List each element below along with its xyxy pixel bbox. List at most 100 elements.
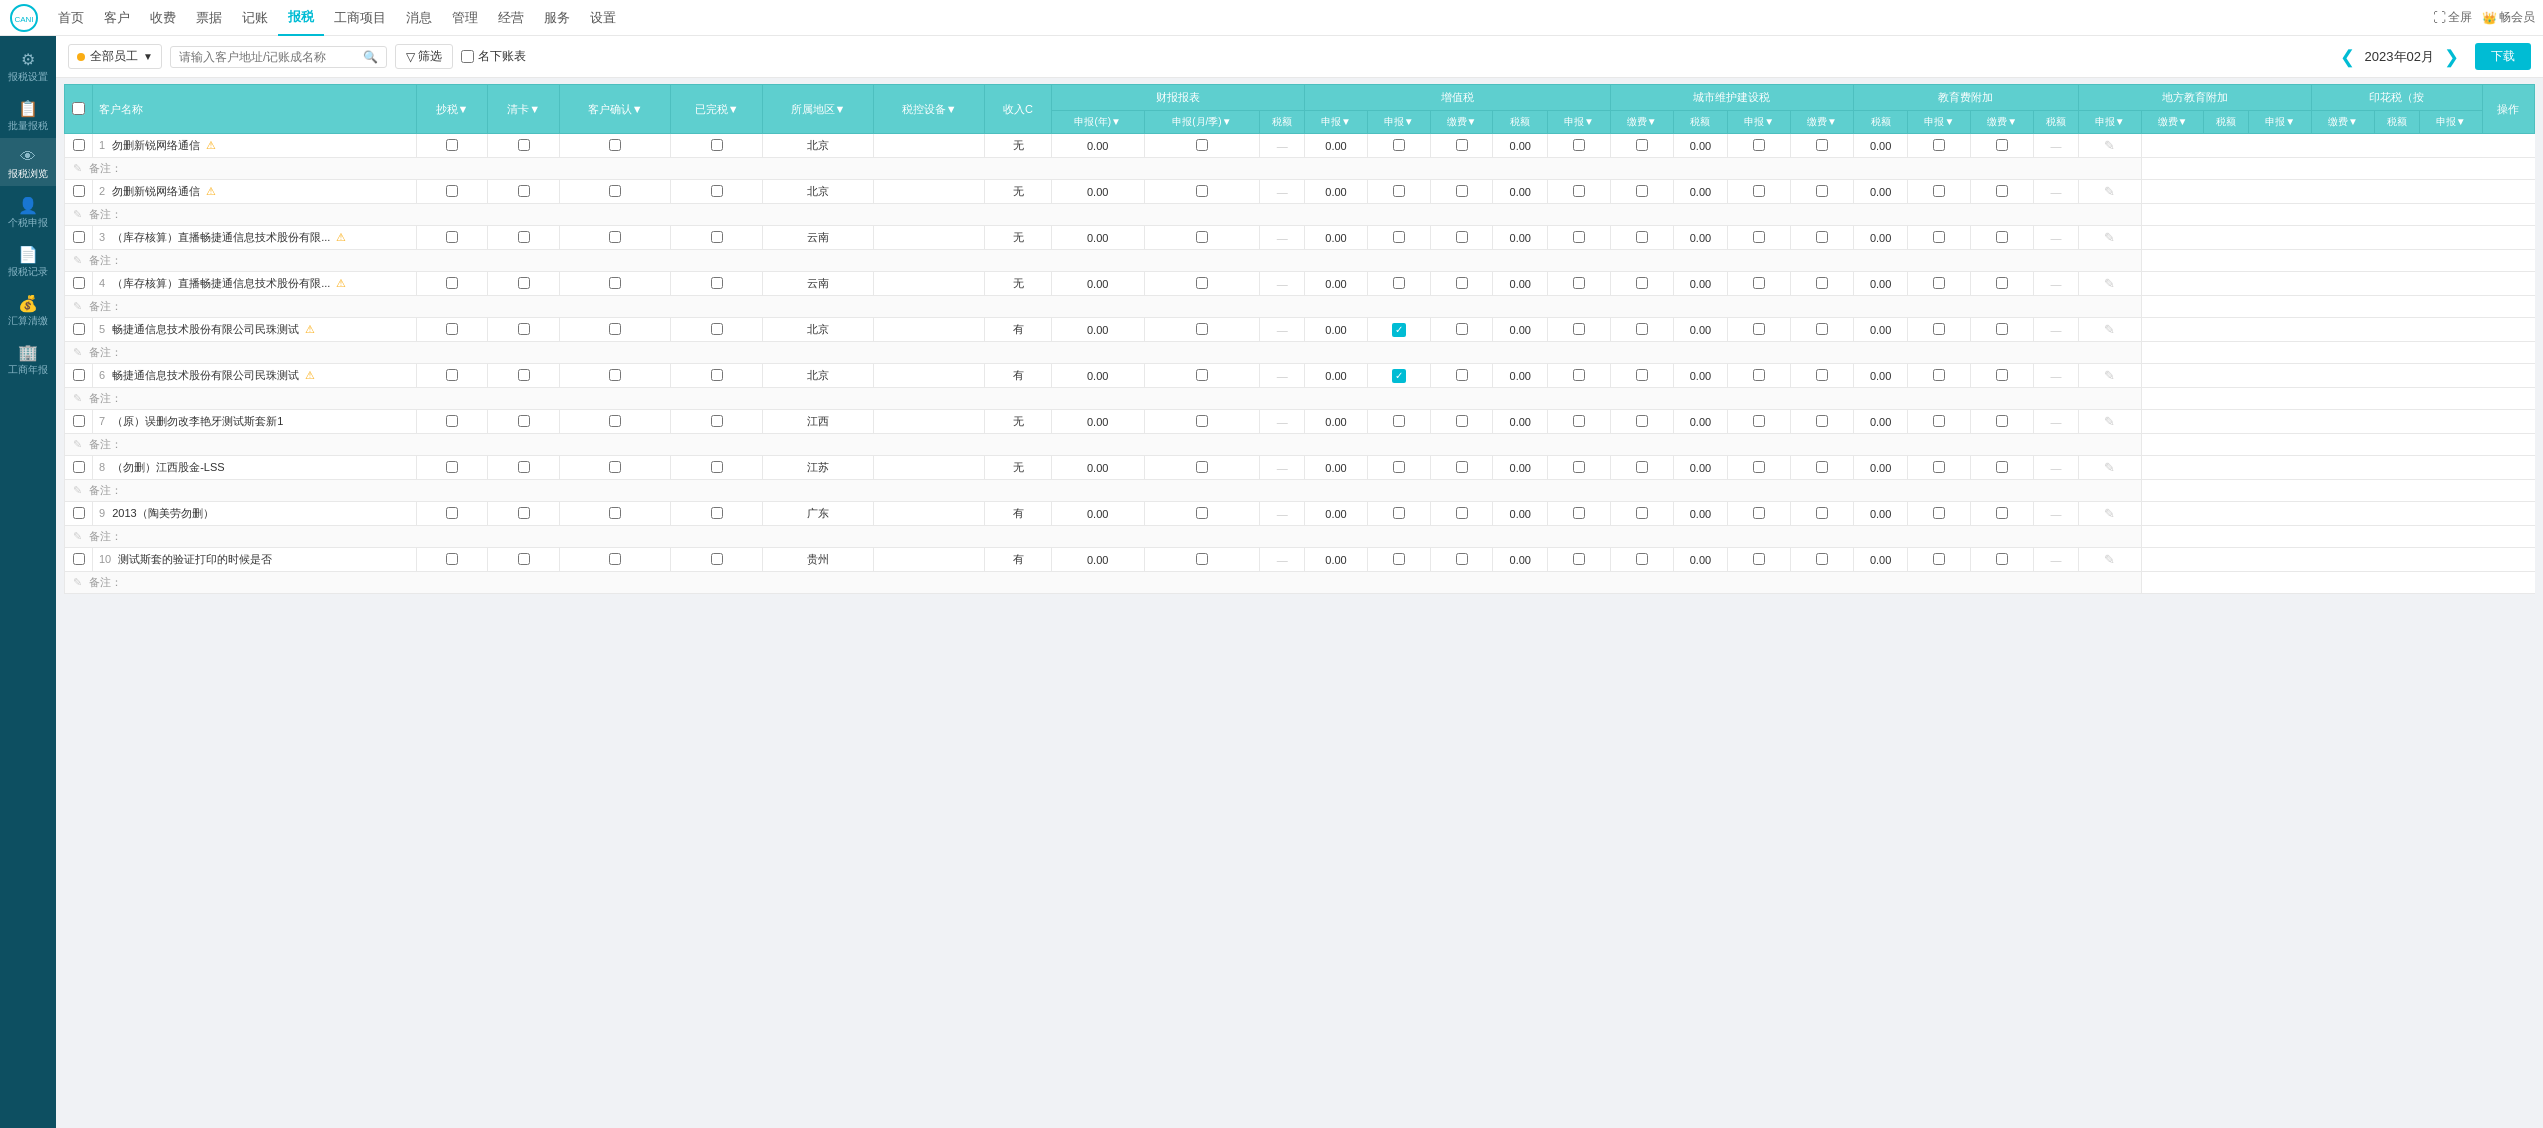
employee-filter-select[interactable]: 全部员工 ▼ [68, 44, 162, 69]
row-clearcard[interactable] [488, 226, 560, 250]
confirm-checkbox[interactable] [609, 369, 621, 381]
note-cell[interactable]: ✎ 备注： [65, 388, 2142, 410]
member-btn[interactable]: 👑 畅会员 [2482, 9, 2535, 26]
row-taxcopy[interactable] [416, 226, 488, 250]
finance-month-cb[interactable] [1196, 461, 1208, 473]
row-checkbox[interactable] [73, 139, 85, 151]
note-cell[interactable]: ✎ 备注： [65, 480, 2142, 502]
row-paid[interactable] [671, 410, 763, 434]
finance-month-cb[interactable] [1196, 139, 1208, 151]
row-taxcopy[interactable] [416, 548, 488, 572]
row-paid[interactable] [671, 364, 763, 388]
row-checkbox-cell[interactable] [65, 180, 93, 204]
note-edit-icon[interactable]: ✎ [73, 346, 82, 358]
row-confirm[interactable] [560, 318, 671, 342]
confirm-checkbox[interactable] [609, 277, 621, 289]
row-clearcard[interactable] [488, 134, 560, 158]
row-clearcard[interactable] [488, 272, 560, 296]
row-edit-action[interactable]: ✎ [2078, 318, 2141, 342]
clearcard-checkbox[interactable] [518, 185, 530, 197]
search-box[interactable]: 🔍 [170, 46, 387, 68]
download-button[interactable]: 下载 [2475, 43, 2531, 70]
note-cell[interactable]: ✎ 备注： [65, 250, 2142, 272]
nav-item-bookkeeping[interactable]: 记账 [232, 0, 278, 36]
taxcopy-checkbox[interactable] [446, 323, 458, 335]
clearcard-checkbox[interactable] [518, 461, 530, 473]
taxcopy-checkbox[interactable] [446, 461, 458, 473]
paid-checkbox[interactable] [711, 461, 723, 473]
paid-checkbox[interactable] [711, 553, 723, 565]
next-month-button[interactable]: ❯ [2444, 46, 2459, 68]
row-paid[interactable] [671, 502, 763, 526]
note-edit-icon[interactable]: ✎ [73, 484, 82, 496]
nav-item-business[interactable]: 工商项目 [324, 0, 396, 36]
sidebar-item-tax-record[interactable]: 📄 报税记录 [0, 235, 56, 284]
nav-item-home[interactable]: 首页 [48, 0, 94, 36]
prev-month-button[interactable]: ❮ [2340, 46, 2355, 68]
row-checkbox-cell[interactable] [65, 134, 93, 158]
select-all-checkbox[interactable] [72, 102, 85, 115]
row-edit-action[interactable]: ✎ [2078, 364, 2141, 388]
row-checkbox-cell[interactable] [65, 272, 93, 296]
sidebar-item-reconcile[interactable]: 💰 汇算清缴 [0, 284, 56, 333]
paid-checkbox[interactable] [711, 507, 723, 519]
clearcard-checkbox[interactable] [518, 507, 530, 519]
nav-item-manage[interactable]: 管理 [442, 0, 488, 36]
row-taxcopy[interactable] [416, 134, 488, 158]
row-paid[interactable] [671, 226, 763, 250]
note-edit-icon[interactable]: ✎ [73, 208, 82, 220]
taxcopy-checkbox[interactable] [446, 369, 458, 381]
sidebar-item-annual-report[interactable]: 🏢 工商年报 [0, 333, 56, 382]
finance-month-cb[interactable] [1196, 369, 1208, 381]
finance-month-cb[interactable] [1196, 507, 1208, 519]
clearcard-checkbox[interactable] [518, 231, 530, 243]
row-clearcard[interactable] [488, 180, 560, 204]
row-taxcopy[interactable] [416, 456, 488, 480]
row-clearcard[interactable] [488, 456, 560, 480]
note-cell[interactable]: ✎ 备注： [65, 158, 2142, 180]
row-checkbox-cell[interactable] [65, 502, 93, 526]
sidebar-item-tax-browse[interactable]: 👁 报税浏览 [0, 138, 56, 186]
search-icon[interactable]: 🔍 [363, 50, 378, 64]
row-checkbox[interactable] [73, 369, 85, 381]
row-confirm[interactable] [560, 226, 671, 250]
row-checkbox[interactable] [73, 507, 85, 519]
row-confirm[interactable] [560, 548, 671, 572]
note-cell[interactable]: ✎ 备注： [65, 204, 2142, 226]
row-edit-action[interactable]: ✎ [2078, 272, 2141, 296]
nav-item-tax[interactable]: 报税 [278, 0, 324, 36]
nav-item-message[interactable]: 消息 [396, 0, 442, 36]
clearcard-checkbox[interactable] [518, 277, 530, 289]
row-checkbox[interactable] [73, 185, 85, 197]
confirm-checkbox[interactable] [609, 231, 621, 243]
named-list-checkbox-input[interactable] [461, 50, 474, 63]
row-checkbox[interactable] [73, 415, 85, 427]
taxcopy-checkbox[interactable] [446, 277, 458, 289]
clearcard-checkbox[interactable] [518, 553, 530, 565]
clearcard-checkbox[interactable] [518, 415, 530, 427]
paid-checkbox[interactable] [711, 185, 723, 197]
row-paid[interactable] [671, 180, 763, 204]
paid-checkbox[interactable] [711, 231, 723, 243]
search-input[interactable] [179, 50, 359, 64]
row-edit-action[interactable]: ✎ [2078, 456, 2141, 480]
finance-month-cb[interactable] [1196, 277, 1208, 289]
row-clearcard[interactable] [488, 364, 560, 388]
sidebar-item-batch-tax[interactable]: 📋 批量报税 [0, 89, 56, 138]
note-cell[interactable]: ✎ 备注： [65, 572, 2142, 594]
row-taxcopy[interactable] [416, 502, 488, 526]
confirm-checkbox[interactable] [609, 139, 621, 151]
row-confirm[interactable] [560, 134, 671, 158]
row-edit-action[interactable]: ✎ [2078, 410, 2141, 434]
row-checkbox-cell[interactable] [65, 548, 93, 572]
clearcard-checkbox[interactable] [518, 139, 530, 151]
row-checkbox[interactable] [73, 231, 85, 243]
filter-button[interactable]: ▽ 筛选 [395, 44, 453, 69]
row-confirm[interactable] [560, 410, 671, 434]
finance-month-cb[interactable] [1196, 415, 1208, 427]
nav-item-customer[interactable]: 客户 [94, 0, 140, 36]
note-edit-icon[interactable]: ✎ [73, 438, 82, 450]
paid-checkbox[interactable] [711, 277, 723, 289]
confirm-checkbox[interactable] [609, 507, 621, 519]
note-edit-icon[interactable]: ✎ [73, 576, 82, 588]
